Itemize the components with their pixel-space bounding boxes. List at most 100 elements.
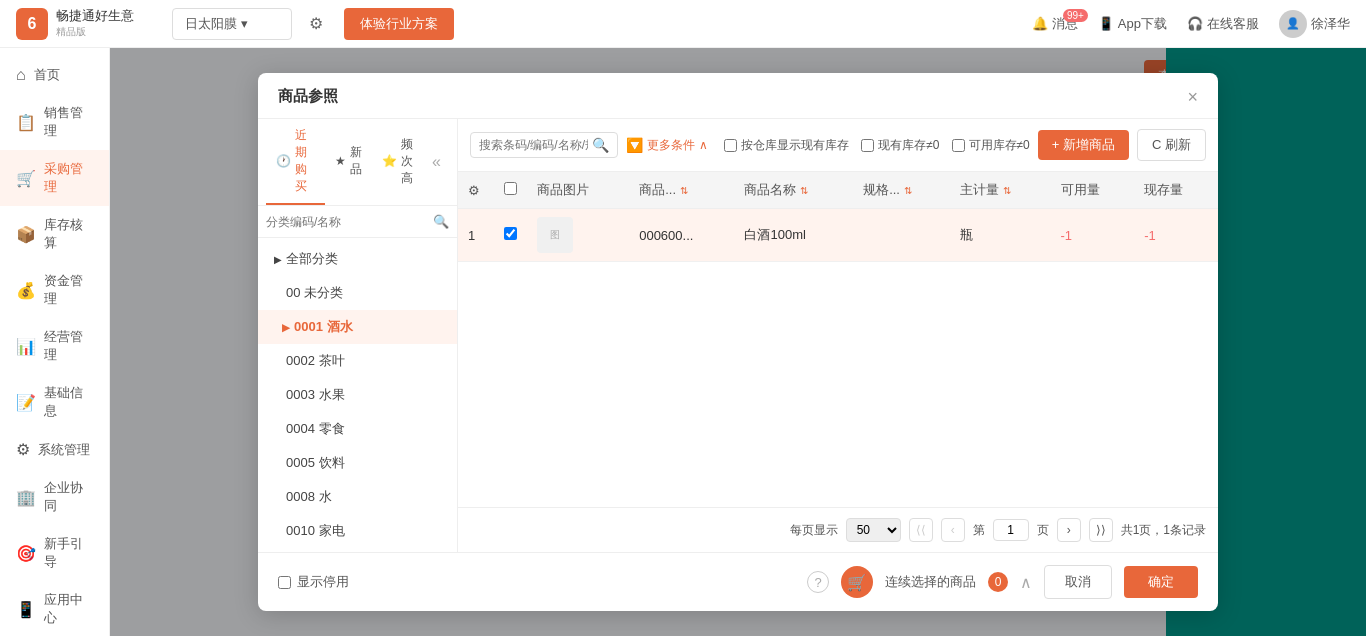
page-size-select[interactable]: 50 10 20 100	[846, 518, 901, 542]
tab-freq[interactable]: ⭐ 频次高	[372, 119, 424, 205]
modal-header: 商品参照 ×	[258, 73, 1218, 119]
prev-page-button[interactable]: ‹	[941, 518, 965, 542]
cat-item-0001[interactable]: ▶ 0001 酒水	[258, 310, 457, 344]
add-product-button[interactable]: + 新增商品	[1038, 130, 1129, 160]
col-code[interactable]: 商品... ⇅	[629, 172, 734, 209]
sidebar-item-label: 经营管理	[44, 328, 93, 364]
app-download[interactable]: 📱 App下载	[1098, 15, 1167, 33]
col-unit[interactable]: 主计量 ⇅	[950, 172, 1050, 209]
refresh-button[interactable]: C 刷新	[1137, 129, 1206, 161]
last-page-button[interactable]: ⟩⟩	[1089, 518, 1113, 542]
checkbox-cell[interactable]	[494, 209, 527, 262]
collapse-panel-button[interactable]: «	[424, 119, 449, 205]
checkbox-available[interactable]: 可用库存≠0	[952, 137, 1030, 154]
search-bar: 🔍 🔽 更多条件 ∧ 按仓库显示现有库存	[458, 119, 1218, 172]
collapse-arrow-icon[interactable]: ∧	[1020, 573, 1032, 592]
select-all-checkbox[interactable]	[504, 182, 517, 195]
business-icon: 📊	[16, 337, 36, 356]
product-search-input[interactable]	[479, 138, 588, 152]
sidebar-item-appcenter[interactable]: 📱 应用中心	[0, 581, 109, 636]
sidebar-item-business[interactable]: 📊 经营管理	[0, 318, 109, 374]
col-settings[interactable]: ⚙	[458, 172, 494, 209]
sort-icon: ⇅	[1003, 185, 1011, 196]
spec-cell	[853, 209, 950, 262]
sidebar-item-finance[interactable]: 💰 资金管理	[0, 262, 109, 318]
page-input[interactable]	[993, 519, 1029, 541]
cat-item-0010[interactable]: 0010 家电	[258, 514, 457, 548]
checkbox-current[interactable]: 现有库存≠0	[861, 137, 939, 154]
tab-recent[interactable]: 🕐 近期购买	[266, 119, 325, 205]
modal-close-button[interactable]: ×	[1187, 88, 1198, 106]
show-disabled-checkbox[interactable]	[278, 576, 291, 589]
sidebar: ⌂ 首页 📋 销售管理 🛒 采购管理 📦 库存核算 💰 资金管理 📊 经营管理 …	[0, 48, 110, 636]
sidebar-item-home[interactable]: ⌂ 首页	[0, 56, 109, 94]
cat-item-0005[interactable]: 0005 饮料	[258, 446, 457, 480]
finance-icon: 💰	[16, 281, 36, 300]
cat-item-00[interactable]: 00 未分类	[258, 276, 457, 310]
product-thumbnail: 图	[537, 217, 573, 253]
sidebar-item-system[interactable]: ⚙ 系统管理	[0, 430, 109, 469]
product-table: ⚙ 商品图片 商品...	[458, 172, 1218, 262]
col-spec[interactable]: 规格... ⇅	[853, 172, 950, 209]
logo-icon: 6	[16, 8, 48, 40]
col-name[interactable]: 商品名称 ⇅	[734, 172, 853, 209]
cancel-button[interactable]: 取消	[1044, 565, 1112, 599]
cart-icon-wrap[interactable]: 🛒	[841, 566, 873, 598]
exp-btn[interactable]: 体验行业方案	[344, 8, 454, 40]
phone-icon: 📱	[1098, 16, 1114, 31]
cat-item-0008[interactable]: 0008 水	[258, 480, 457, 514]
filter-button[interactable]: 🔽 更多条件 ∧	[626, 137, 708, 154]
cat-item-0002[interactable]: 0002 茶叶	[258, 344, 457, 378]
expand-icon: ▶	[274, 254, 282, 265]
user-profile[interactable]: 👤 徐泽华	[1279, 10, 1350, 38]
checkbox-warehouse-input[interactable]	[724, 139, 737, 152]
logo-sub: 精品版	[56, 25, 134, 39]
nav-dropdown[interactable]: 日太阳膜 ▾	[172, 8, 292, 40]
search-icon[interactable]: 🔍	[592, 137, 609, 153]
col-checkbox	[494, 172, 527, 209]
row-checkbox[interactable]	[504, 227, 517, 240]
sidebar-item-basic[interactable]: 📝 基础信息	[0, 374, 109, 430]
modal-body: 🕐 近期购买 ★ 新品 ⭐ 频次高 «	[258, 119, 1218, 552]
modal-backdrop: 商品参照 × 🕐 近期购买 ★	[110, 48, 1366, 636]
top-nav: 6 畅捷通好生意 精品版 日太阳膜 ▾ ⚙ 体验行业方案 🔔 消息 99+ 📱 …	[0, 0, 1366, 48]
sidebar-item-sales[interactable]: 📋 销售管理	[0, 94, 109, 150]
search-input-wrap: 🔍	[470, 132, 618, 158]
pagination: 每页显示 50 10 20 100 ⟨⟨ ‹ 第 页	[458, 507, 1218, 552]
checkbox-available-input[interactable]	[952, 139, 965, 152]
next-page-button[interactable]: ›	[1057, 518, 1081, 542]
gear-button[interactable]: ⚙	[300, 8, 332, 40]
online-service[interactable]: 🎧 在线客服	[1187, 15, 1259, 33]
sidebar-item-purchase[interactable]: 🛒 采购管理	[0, 150, 109, 206]
recent-icon: 🕐	[276, 154, 291, 168]
expand-icon: ▶	[282, 322, 290, 333]
sidebar-item-guide[interactable]: 🎯 新手引导	[0, 525, 109, 581]
seq-cell: 1	[458, 209, 494, 262]
confirm-button[interactable]: 确定	[1124, 566, 1198, 598]
col-available: 可用量	[1051, 172, 1135, 209]
sidebar-item-label: 资金管理	[44, 272, 93, 308]
sidebar-item-inventory[interactable]: 📦 库存核算	[0, 206, 109, 262]
stock-cell: -1	[1134, 209, 1218, 262]
cat-item-0003[interactable]: 0003 水果	[258, 378, 457, 412]
system-icon: ⚙	[16, 440, 30, 459]
category-search-icon[interactable]: 🔍	[433, 214, 449, 229]
sidebar-item-label: 新手引导	[44, 535, 93, 571]
help-icon[interactable]: ?	[807, 571, 829, 593]
notif-count: 99+	[1063, 9, 1088, 22]
purchase-icon: 🛒	[16, 169, 36, 188]
new-icon: ★	[335, 154, 346, 168]
content-area: 查询 设置 刷新 商品参照 ×	[110, 48, 1366, 636]
cat-item-all[interactable]: ▶ 全部分类	[258, 242, 457, 276]
selected-count-badge: 0	[988, 572, 1008, 592]
notifications[interactable]: 🔔 消息 99+	[1032, 15, 1078, 33]
category-search-input[interactable]	[266, 215, 429, 229]
table-row[interactable]: 1 图 000600... 白酒100ml	[458, 209, 1218, 262]
checkbox-current-input[interactable]	[861, 139, 874, 152]
cat-item-0004[interactable]: 0004 零食	[258, 412, 457, 446]
first-page-button[interactable]: ⟨⟨	[909, 518, 933, 542]
tab-new[interactable]: ★ 新品	[325, 119, 372, 205]
sidebar-item-enterprise[interactable]: 🏢 企业协同	[0, 469, 109, 525]
show-disabled-label[interactable]: 显示停用	[278, 573, 349, 591]
checkbox-warehouse[interactable]: 按仓库显示现有库存	[724, 137, 849, 154]
